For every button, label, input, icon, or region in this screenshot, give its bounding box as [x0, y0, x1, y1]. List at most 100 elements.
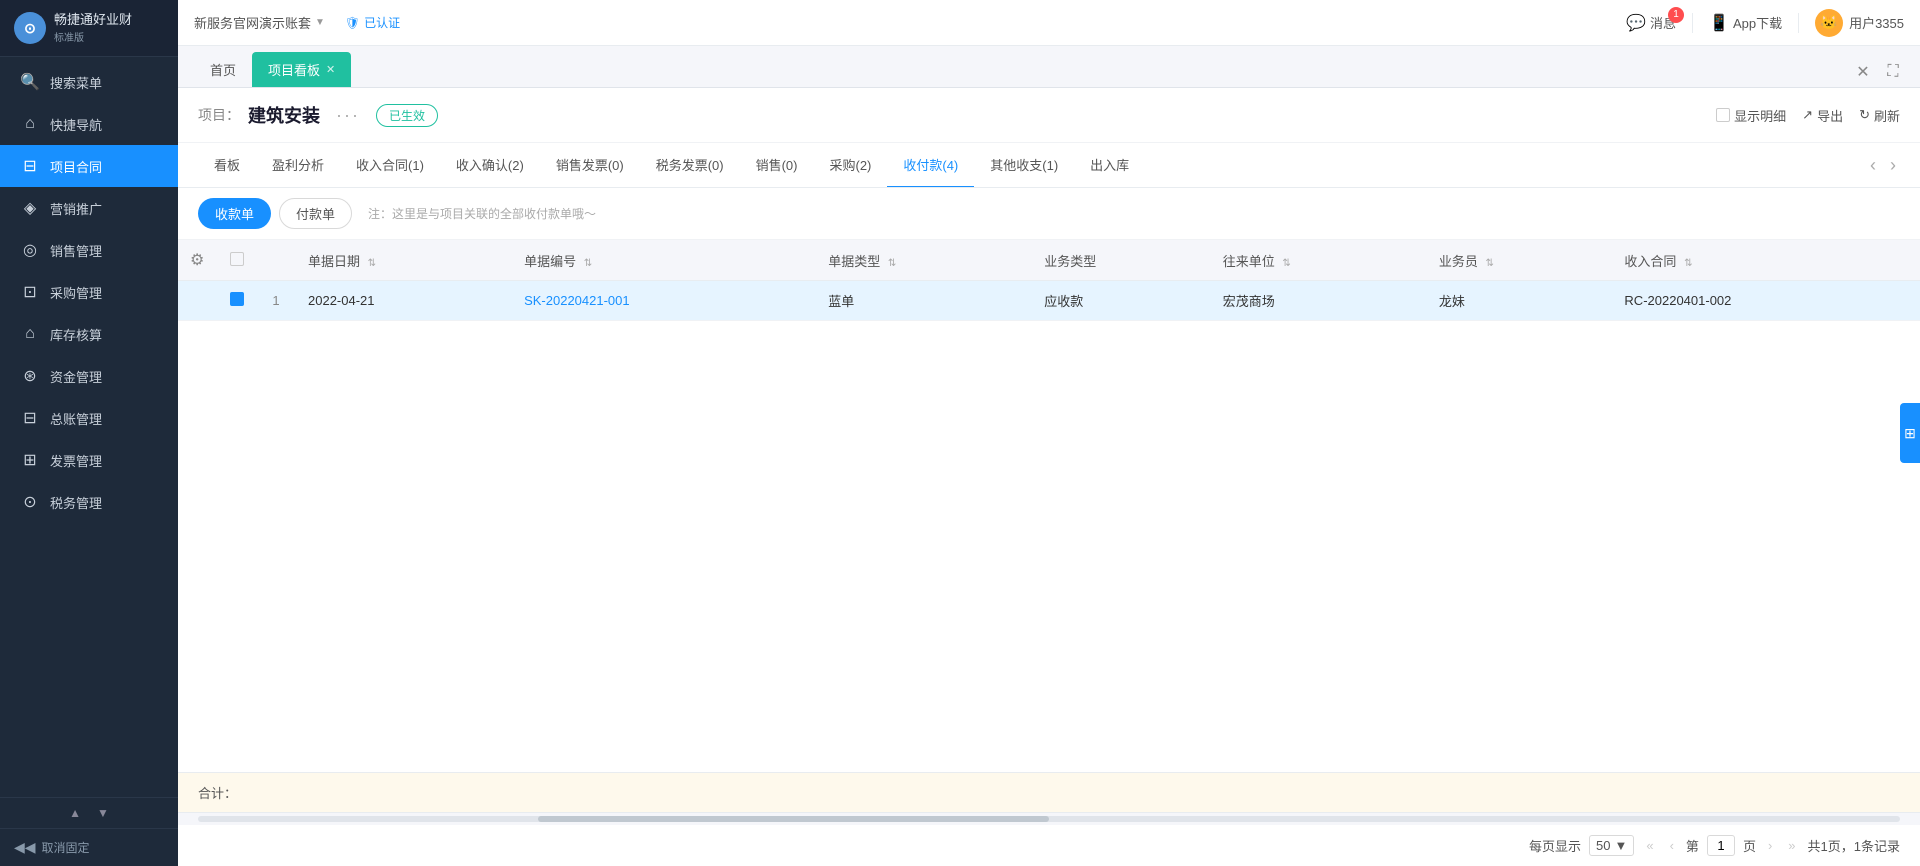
user-name: 用户3355: [1849, 13, 1904, 32]
filter-bar: 收款单 付款单 注：这里是与项目关联的全部收付款单哦～: [178, 188, 1920, 240]
sub-tab-prev-btn[interactable]: ‹: [1866, 151, 1880, 180]
table-header-date[interactable]: 单据日期 ⇅: [296, 240, 512, 281]
sub-tab-next-btn[interactable]: ›: [1886, 151, 1900, 180]
table-header-row: ⚙ 单据日期 ⇅ 单据编号 ⇅: [178, 240, 1920, 281]
certified-label: 已认证: [364, 14, 400, 31]
biz-type-col-label: 业务类型: [1044, 254, 1096, 269]
scrollbar-thumb[interactable]: [538, 816, 1049, 822]
sidebar-item-search[interactable]: 🔍 搜索菜单: [0, 61, 178, 103]
show-detail-label: 显示明细: [1734, 106, 1786, 125]
last-page-button[interactable]: »: [1784, 836, 1799, 855]
sidebar-item-tax[interactable]: ⊙ 税务管理: [0, 481, 178, 523]
scrollbar-row: [178, 813, 1920, 825]
invoice-icon: ⊞: [20, 450, 40, 470]
sidebar-item-label: 发票管理: [50, 451, 102, 470]
sub-tab-purchase[interactable]: 采购(2): [813, 143, 887, 188]
sub-tab-income-contract[interactable]: 收入合同(1): [340, 143, 440, 188]
select-all-checkbox[interactable]: [230, 252, 244, 266]
sub-tab-sales-invoice[interactable]: 销售发票(0): [540, 143, 640, 188]
logo-text-block: 畅捷通好业财 标准版: [54, 12, 132, 44]
table-wrapper: ⚙ 单据日期 ⇅ 单据编号 ⇅: [178, 240, 1920, 772]
messages-button[interactable]: 💬 消息 1: [1626, 13, 1676, 33]
divider: [1798, 13, 1799, 33]
sidebar-item-quick-nav[interactable]: ⌂ 快捷导航: [0, 103, 178, 145]
maximize-window-button[interactable]: ⛶: [1882, 61, 1904, 83]
page-number-input[interactable]: [1707, 835, 1735, 856]
table-header-settings[interactable]: ⚙: [178, 240, 218, 281]
sub-tab-sales[interactable]: 销售(0): [740, 143, 814, 188]
row-settings-cell: [178, 281, 218, 321]
main-area: 新服务官网演示账套 ▼ 🛡 已认证 💬 消息 1 📱 App下载 🐱 用: [178, 0, 1920, 866]
table-header-type[interactable]: 单据类型 ⇅: [816, 240, 1032, 281]
purchase-icon: ⊡: [20, 282, 40, 302]
close-window-button[interactable]: ✕: [1852, 61, 1874, 83]
table-row[interactable]: 1 2022-04-21 SK-20220421-001 蓝单 应收款 宏茂商场…: [178, 281, 1920, 321]
scrollbar-track[interactable]: [198, 816, 1900, 822]
sidebar-item-marketing[interactable]: ◈ 营销推广: [0, 187, 178, 229]
table-header-row-num: [256, 240, 296, 281]
project-header: 项目： 建筑安装 ··· 已生效 显示明细 ↗ 导出 ↻ 刷新: [178, 88, 1920, 143]
sidebar-item-finance[interactable]: ⊛ 资金管理: [0, 355, 178, 397]
settings-icon[interactable]: ⚙: [190, 252, 204, 269]
sidebar-item-purchase[interactable]: ⊡ 采购管理: [0, 271, 178, 313]
row-partner-cell: 宏茂商场: [1211, 281, 1427, 321]
sidebar-item-inventory[interactable]: ⌂ 库存核算: [0, 313, 178, 355]
refresh-button[interactable]: ↻ 刷新: [1859, 106, 1900, 125]
tab-project-board[interactable]: 项目看板 ✕: [252, 52, 351, 87]
row-number-cell[interactable]: SK-20220421-001: [512, 281, 816, 321]
sort-icon: ⇅: [584, 258, 592, 269]
more-options-icon[interactable]: ···: [336, 105, 360, 126]
sidebar-item-label: 快捷导航: [50, 115, 102, 134]
tab-home[interactable]: 首页: [194, 52, 252, 87]
table-header-partner[interactable]: 往来单位 ⇅: [1211, 240, 1427, 281]
account-selector[interactable]: 新服务官网演示账套 ▼: [194, 13, 325, 32]
tax-icon: ⊙: [20, 492, 40, 512]
sub-tab-income-confirm-label: 收入确认(2): [456, 158, 524, 173]
table-header-checkbox: [218, 240, 256, 281]
table-header-salesperson[interactable]: 业务员 ⇅: [1427, 240, 1613, 281]
filter-receipt-button[interactable]: 收款单: [198, 198, 271, 229]
record-link[interactable]: SK-20220421-001: [524, 293, 630, 308]
show-detail-button[interactable]: 显示明细: [1716, 106, 1786, 125]
sub-tab-profit[interactable]: 盈利分析: [256, 143, 340, 188]
filter-payment-button[interactable]: 付款单: [279, 198, 352, 229]
row-income-contract-cell: RC-20220401-002: [1612, 281, 1920, 321]
export-button[interactable]: ↗ 导出: [1802, 106, 1843, 125]
cancel-pin-button[interactable]: ◀◀ 取消固定: [0, 828, 178, 866]
row-biz-type-cell: 应收款: [1032, 281, 1210, 321]
topbar-right: 💬 消息 1 📱 App下载 🐱 用户3355: [1626, 9, 1904, 37]
right-panel-toggle[interactable]: ⊞: [1900, 403, 1920, 463]
sub-tab-tax-invoice[interactable]: 税务发票(0): [640, 143, 740, 188]
scroll-up-btn[interactable]: ▲: [61, 804, 89, 822]
app-version: 标准版: [54, 29, 132, 44]
sort-icon: ⇅: [368, 258, 376, 269]
row-checkbox[interactable]: [230, 292, 244, 306]
project-status-badge: 已生效: [376, 104, 438, 127]
sub-tab-inout[interactable]: 出入库: [1074, 143, 1145, 188]
ledger-icon: ⊟: [20, 408, 40, 428]
first-page-button[interactable]: «: [1642, 836, 1657, 855]
scroll-down-btn[interactable]: ▼: [89, 804, 117, 822]
app-download-button[interactable]: 📱 App下载: [1709, 13, 1782, 33]
next-page-button[interactable]: ›: [1764, 836, 1776, 855]
page-size-select[interactable]: 50 ▼: [1589, 835, 1634, 856]
table-header-number[interactable]: 单据编号 ⇅: [512, 240, 816, 281]
sidebar-item-ledger[interactable]: ⊟ 总账管理: [0, 397, 178, 439]
page-label: 第: [1686, 836, 1699, 855]
sub-tab-purchase-label: 采购(2): [829, 158, 871, 173]
prev-page-button[interactable]: ‹: [1666, 836, 1678, 855]
sub-tab-other-income[interactable]: 其他收支(1): [974, 143, 1074, 188]
sub-tab-income-confirm[interactable]: 收入确认(2): [440, 143, 540, 188]
page-suffix: 页: [1743, 836, 1756, 855]
sidebar-item-sales[interactable]: ◎ 销售管理: [0, 229, 178, 271]
topbar: 新服务官网演示账套 ▼ 🛡 已认证 💬 消息 1 📱 App下载 🐱 用: [178, 0, 1920, 46]
sidebar-item-project-contract[interactable]: ⊟ 项目合同: [0, 145, 178, 187]
user-menu-button[interactable]: 🐱 用户3355: [1815, 9, 1904, 37]
sub-tab-tax-invoice-label: 税务发票(0): [656, 158, 724, 173]
sidebar-item-invoice[interactable]: ⊞ 发票管理: [0, 439, 178, 481]
sub-tab-payment[interactable]: 收付款(4): [887, 143, 974, 188]
sub-tab-board[interactable]: 看板: [198, 143, 256, 188]
row-num-cell: 1: [256, 281, 296, 321]
close-tab-icon[interactable]: ✕: [326, 63, 335, 76]
table-header-income-contract[interactable]: 收入合同 ⇅: [1612, 240, 1920, 281]
